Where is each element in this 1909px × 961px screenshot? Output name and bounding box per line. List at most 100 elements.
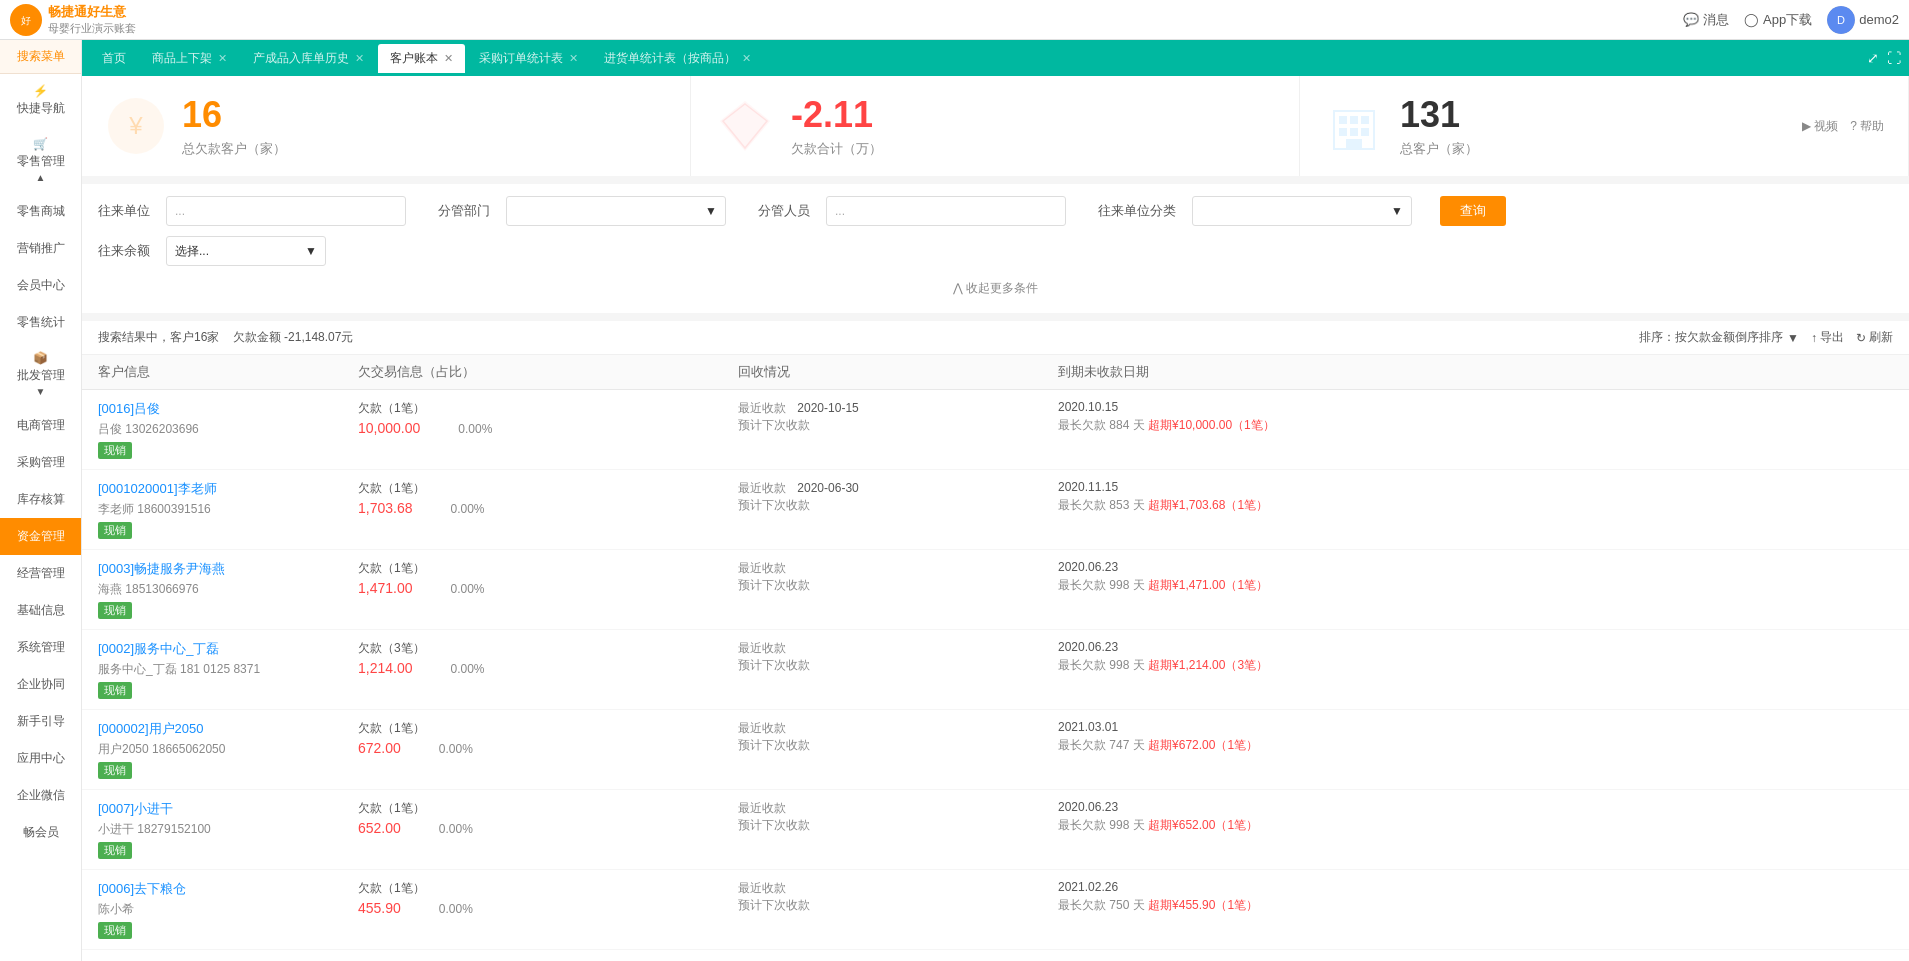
debt-amount-5[interactable]: 652.00: [358, 820, 401, 836]
debt-amount-6[interactable]: 455.90: [358, 900, 401, 916]
sidebar-item-quicknav[interactable]: ⚡ 快捷导航: [0, 74, 81, 127]
customer-tag-6: 现销: [98, 922, 132, 939]
sidebar-item-operation[interactable]: 经营管理: [0, 555, 81, 592]
sidebar-item-newbie[interactable]: 新手引导: [0, 703, 81, 740]
close-tab-product[interactable]: ✕: [218, 52, 227, 65]
debt-info-4: 欠款（1笔） 672.00 0.00%: [358, 720, 738, 756]
table-row: [0006]去下粮仓 陈小希 现销 欠款（1笔） 455.90 0.00% 最近…: [82, 870, 1909, 950]
overdue-date-1: 2020.11.15: [1058, 480, 1893, 494]
sidebar-item-marketing[interactable]: 营销推广: [0, 230, 81, 267]
customer-name-2[interactable]: [0003]畅捷服务尹海燕: [98, 560, 358, 578]
recovery-date-4: 最近收款: [738, 720, 1058, 737]
overdue-amount-3[interactable]: 超期¥1,214.00（3笔）: [1148, 658, 1268, 672]
sidebar-item-retail-stats[interactable]: 零售统计: [0, 304, 81, 341]
refresh-button[interactable]: ↻ 刷新: [1856, 329, 1893, 346]
export-button[interactable]: ↑ 导出: [1811, 329, 1844, 346]
table-area: 搜索结果中，客户16家 欠款金额 -21,148.07元 排序：按欠款金额倒序排…: [82, 321, 1909, 961]
sidebar-item-appcenter[interactable]: 应用中心: [0, 740, 81, 777]
overdue-amount-2[interactable]: 超期¥1,471.00（1笔）: [1148, 578, 1268, 592]
overdue-amount-5[interactable]: 超期¥652.00（1笔）: [1148, 818, 1258, 832]
table-row: [0016]吕俊 吕俊 13026203696 现销 欠款（1笔） 10,000…: [82, 390, 1909, 470]
debt-amount-0[interactable]: 10,000.00: [358, 420, 420, 436]
app-download-btn[interactable]: ◯ App下载: [1744, 11, 1812, 29]
sidebar-item-wechat[interactable]: 企业微信: [0, 777, 81, 814]
customer-contact-1: 李老师 18600391516: [98, 501, 358, 518]
top-right: 💬 消息 ◯ App下载 D demo2: [1683, 6, 1899, 34]
debt-amount-2[interactable]: 1,471.00: [358, 580, 413, 596]
tab-inventory-stats[interactable]: 进货单统计表（按商品） ✕: [592, 44, 763, 73]
query-button[interactable]: 查询: [1440, 196, 1506, 226]
sidebar-item-member2[interactable]: 畅会员: [0, 814, 81, 851]
customer-contact-2: 海燕 18513066976: [98, 581, 358, 598]
table-actions: 排序：按欠款金额倒序排序 ▼ ↑ 导出 ↻ 刷新: [1639, 329, 1893, 346]
chevron-down-icon-cat: ▼: [1391, 204, 1403, 218]
avatar-img: D: [1827, 6, 1855, 34]
overdue-amount-0[interactable]: 超期¥10,000.00（1笔）: [1148, 418, 1275, 432]
col-header-customer: 客户信息: [98, 363, 358, 381]
close-tab-purchase[interactable]: ✕: [569, 52, 578, 65]
tab-home[interactable]: 首页: [90, 44, 138, 73]
debt-amount-4[interactable]: 672.00: [358, 740, 401, 756]
message-btn[interactable]: 💬 消息: [1683, 11, 1729, 29]
customer-name-4[interactable]: [000002]用户2050: [98, 720, 358, 738]
overdue-amount-1[interactable]: 超期¥1,703.68（1笔）: [1148, 498, 1268, 512]
tab-customer-ledger[interactable]: 客户账本 ✕: [378, 44, 465, 73]
customer-name-0[interactable]: [0016]吕俊: [98, 400, 358, 418]
overdue-days-4: 最长欠款 747 天 超期¥672.00（1笔）: [1058, 737, 1893, 754]
sidebar-item-inventory[interactable]: 库存核算: [0, 481, 81, 518]
page-content: ¥ 16 总欠款客户（家） -2.11 欠款合计（万）: [82, 76, 1909, 961]
message-icon: 💬: [1683, 12, 1699, 27]
tab-purchase-stats[interactable]: 采购订单统计表 ✕: [467, 44, 590, 73]
recovery-next-2: 预计下次收款: [738, 577, 1058, 594]
tab-product-listing[interactable]: 商品上下架 ✕: [140, 44, 239, 73]
sidebar-item-purchase[interactable]: 采购管理: [0, 444, 81, 481]
sidebar-search[interactable]: 搜索菜单: [0, 40, 81, 74]
filter-select-category[interactable]: ▼: [1192, 196, 1412, 226]
recovery-info-2: 最近收款 预计下次收款: [738, 560, 1058, 594]
sidebar-item-basic-info[interactable]: 基础信息: [0, 592, 81, 629]
sidebar-item-collaboration[interactable]: 企业协同: [0, 666, 81, 703]
sidebar-item-member[interactable]: 会员中心: [0, 267, 81, 304]
tab-production-history[interactable]: 产成品入库单历史 ✕: [241, 44, 376, 73]
debt-amount-1[interactable]: 1,703.68: [358, 500, 413, 516]
customer-name-3[interactable]: [0002]服务中心_丁磊: [98, 640, 358, 658]
sort-button[interactable]: 排序：按欠款金额倒序排序 ▼: [1639, 329, 1799, 346]
close-tab-customer[interactable]: ✕: [444, 52, 453, 65]
help-helper[interactable]: ? 帮助: [1850, 118, 1884, 135]
recovery-next-1: 预计下次收款: [738, 497, 1058, 514]
customer-name-1[interactable]: [0001020001]李老师: [98, 480, 358, 498]
filter-input-person[interactable]: ...: [826, 196, 1066, 226]
sidebar-item-finance[interactable]: 资金管理: [0, 518, 81, 555]
sidebar-item-ecommerce[interactable]: 电商管理: [0, 407, 81, 444]
collapse-row[interactable]: ⋀ 收起更多条件: [98, 276, 1893, 301]
tab-expand-icon[interactable]: ⤢: [1867, 50, 1879, 66]
sidebar-item-retail-mall[interactable]: 零售商城: [0, 193, 81, 230]
tab-maximize-icon[interactable]: ⛶: [1887, 50, 1901, 66]
customer-name-5[interactable]: [0007]小进干: [98, 800, 358, 818]
sort-icon: ▼: [1787, 331, 1799, 345]
sidebar-item-retail-mgmt[interactable]: 🛒 零售管理 ▲: [0, 127, 81, 193]
sidebar-item-system[interactable]: 系统管理: [0, 629, 81, 666]
filter-input-unit[interactable]: ...: [166, 196, 406, 226]
overdue-info-2: 2020.06.23 最长欠款 998 天 超期¥1,471.00（1笔）: [1058, 560, 1893, 594]
stat-owed-customers-label: 总欠款客户（家）: [182, 140, 286, 158]
customer-name-6[interactable]: [0006]去下粮仓: [98, 880, 358, 898]
overdue-amount-6[interactable]: 超期¥455.90（1笔）: [1148, 898, 1258, 912]
sidebar-item-wholesale[interactable]: 📦 批发管理 ▼: [0, 341, 81, 407]
debt-title-3: 欠款（3笔）: [358, 640, 738, 657]
close-tab-production[interactable]: ✕: [355, 52, 364, 65]
filter-label-dept: 分管部门: [438, 202, 490, 220]
chevron-down-icon-bal: ▼: [305, 244, 317, 258]
close-tab-inventory[interactable]: ✕: [742, 52, 751, 65]
tabs-bar: 首页 商品上下架 ✕ 产成品入库单历史 ✕ 客户账本 ✕ 采购订单统计表 ✕ 进…: [82, 40, 1909, 76]
recovery-info-5: 最近收款 预计下次收款: [738, 800, 1058, 834]
debt-title-4: 欠款（1笔）: [358, 720, 738, 737]
user-avatar[interactable]: D demo2: [1827, 6, 1899, 34]
debt-amount-3[interactable]: 1,214.00: [358, 660, 413, 676]
filter-select-balance[interactable]: 选择... ▼: [166, 236, 326, 266]
filter-select-dept[interactable]: ▼: [506, 196, 726, 226]
svg-rect-11: [1361, 116, 1369, 124]
overdue-amount-4[interactable]: 超期¥672.00（1笔）: [1148, 738, 1258, 752]
video-helper[interactable]: ▶ 视频: [1802, 118, 1838, 135]
customer-contact-3: 服务中心_丁磊 181 0125 8371: [98, 661, 358, 678]
